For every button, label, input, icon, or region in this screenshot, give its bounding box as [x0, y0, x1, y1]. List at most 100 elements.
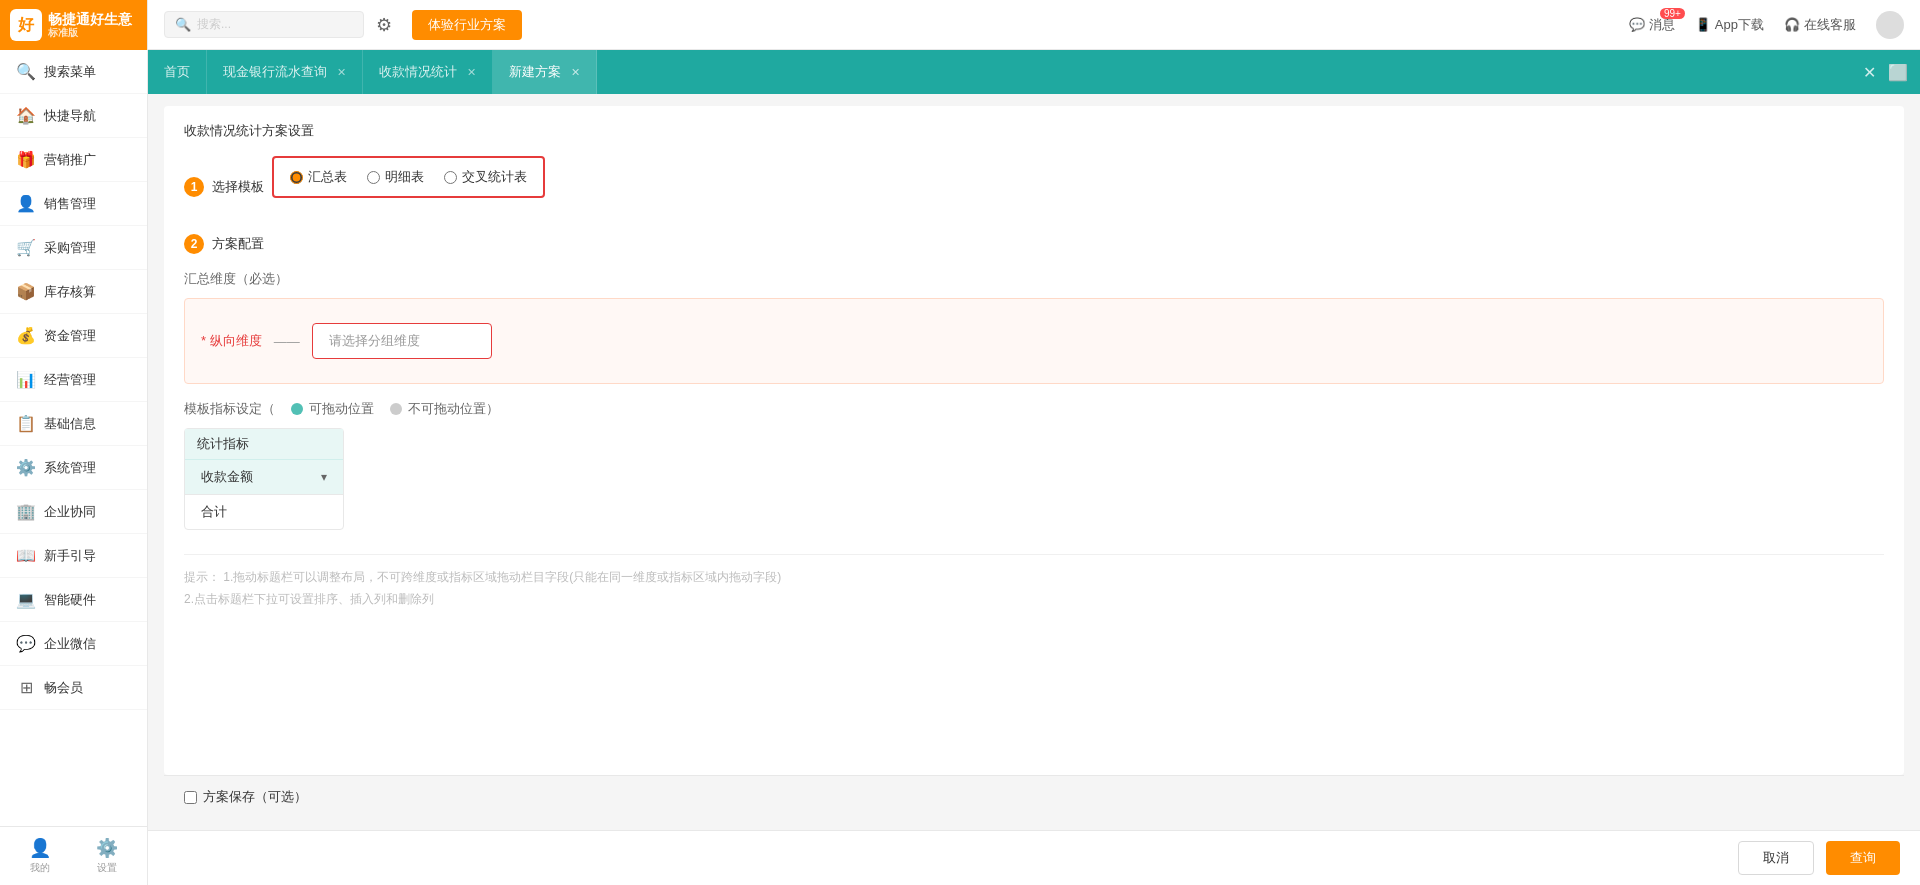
tab-bar: 首页现金银行流水查询✕收款情况统计✕新建方案✕ ✕ ⬜: [148, 50, 1920, 94]
operations-icon: 📊: [16, 370, 36, 389]
step2-section: 2 方案配置 汇总维度（必选） 纵向维度 —— 请选择分组维度: [184, 234, 1884, 622]
tab-bar-right: ✕ ⬜: [1863, 63, 1920, 82]
tab-close-new-plan[interactable]: ✕: [571, 66, 580, 79]
sidebar-label-purchase: 采购管理: [44, 239, 96, 257]
sidebar-settings-btn[interactable]: ⚙️ 设置: [78, 837, 138, 875]
quick-nav-icon: 🏠: [16, 106, 36, 125]
sidebar-label-inventory: 库存核算: [44, 283, 96, 301]
settings-icon: ⚙️: [96, 837, 118, 859]
drag-dot-icon: [291, 403, 303, 415]
cancel-button[interactable]: 取消: [1738, 841, 1814, 875]
sidebar-item-basic-info[interactable]: 📋 基础信息: [0, 402, 147, 446]
sidebar-item-inventory[interactable]: 📦 库存核算: [0, 270, 147, 314]
metrics-table-title: 统计指标: [185, 429, 343, 460]
sidebar-item-marketing[interactable]: 🎁 营销推广: [0, 138, 147, 182]
support-btn[interactable]: 🎧 在线客服: [1784, 16, 1856, 34]
system-icon: ⚙️: [16, 458, 36, 477]
tab-close-receivable-stats[interactable]: ✕: [467, 66, 476, 79]
message-btn[interactable]: 💬 消息 99+: [1629, 16, 1675, 34]
tab-label-home: 首页: [164, 63, 190, 81]
sidebar-item-enterprise[interactable]: 🏢 企业协同: [0, 490, 147, 534]
help-icon: 👤: [29, 837, 51, 859]
radio-group: 汇总表 明细表 交叉统计表: [290, 168, 527, 186]
dimension-select[interactable]: 请选择分组维度: [312, 323, 492, 359]
sidebar-item-member[interactable]: ⊞ 畅会员: [0, 666, 147, 710]
tips-section: 提示： 1.拖动标题栏可以调整布局，不可跨维度或指标区域拖动栏目字段(只能在同一…: [184, 554, 1884, 622]
chevron-down-icon[interactable]: ▾: [321, 470, 327, 484]
tab-label-receivable-stats: 收款情况统计: [379, 63, 457, 81]
sidebar-bottom: 👤 我的 ⚙️ 设置: [0, 826, 147, 885]
summary-dimension-label: 汇总维度（必选）: [184, 270, 1884, 288]
top-header: 🔍 搜索... ⚙ 体验行业方案 💬 消息 99+ 📱 App下载 🎧 在线客服: [148, 0, 1920, 50]
sidebar-help-btn[interactable]: 👤 我的: [10, 837, 70, 875]
sidebar-item-system[interactable]: ⚙️ 系统管理: [0, 446, 147, 490]
sidebar-label-enterprise: 企业协同: [44, 503, 96, 521]
sidebar-item-quick-nav[interactable]: 🏠 快捷导航: [0, 94, 147, 138]
wechat-icon: 💬: [16, 634, 36, 653]
search-bar[interactable]: 🔍 搜索...: [164, 11, 364, 38]
tab-close-bank-flow[interactable]: ✕: [337, 66, 346, 79]
template-selector: 汇总表 明细表 交叉统计表: [272, 156, 545, 198]
sidebar-label-finance: 资金管理: [44, 327, 96, 345]
main-area: 🔍 搜索... ⚙ 体验行业方案 💬 消息 99+ 📱 App下载 🎧 在线客服…: [148, 0, 1920, 885]
radio-summary[interactable]: 汇总表: [290, 168, 347, 186]
step2-title: 方案配置: [212, 235, 264, 253]
step1-title: 选择模板: [212, 178, 264, 196]
content-card: 收款情况统计方案设置 1 选择模板 汇总表 明细表: [164, 106, 1904, 775]
metrics-header: 模板指标设定（ 可拖动位置 不可拖动位置）: [184, 400, 1884, 418]
sidebar-item-guide[interactable]: 📖 新手引导: [0, 534, 147, 578]
message-icon: 💬: [1629, 17, 1645, 32]
step2-header: 2 方案配置: [184, 234, 1884, 254]
metrics-table: 统计指标 收款金额 ▾ 合计: [184, 428, 344, 530]
sidebar-item-sales[interactable]: 👤 销售管理: [0, 182, 147, 226]
radio-detail[interactable]: 明细表: [367, 168, 424, 186]
sidebar-logo: 好 畅捷通好生意 标准版: [0, 0, 147, 50]
tab-new-plan[interactable]: 新建方案✕: [493, 50, 597, 94]
logo-icon: 好: [10, 9, 42, 41]
sidebar-item-search-menu[interactable]: 🔍 搜索菜单: [0, 50, 147, 94]
sidebar-label-marketing: 营销推广: [44, 151, 96, 169]
marketing-icon: 🎁: [16, 150, 36, 169]
step1-header: 1 选择模板 汇总表 明细表 交叉统计表: [184, 156, 1884, 218]
search-menu-icon: 🔍: [16, 62, 36, 81]
sidebar-label-member: 畅会员: [44, 679, 83, 697]
arrow-icon: ——: [274, 334, 300, 349]
basic-info-icon: 📋: [16, 414, 36, 433]
sidebar: 好 畅捷通好生意 标准版 🔍 搜索菜单 🏠 快捷导航 🎁 营销推广 👤 销售管理…: [0, 0, 148, 885]
footer-bar: 取消 查询: [148, 830, 1920, 885]
smart-hw-icon: 💻: [16, 590, 36, 609]
sidebar-item-finance[interactable]: 💰 资金管理: [0, 314, 147, 358]
sidebar-item-purchase[interactable]: 🛒 采购管理: [0, 226, 147, 270]
save-checkbox-label[interactable]: 方案保存（可选）: [184, 788, 307, 806]
tab-label-bank-flow: 现金银行流水查询: [223, 63, 327, 81]
vertical-label: 纵向维度: [201, 332, 262, 350]
trial-button[interactable]: 体验行业方案: [412, 10, 522, 40]
radio-crosstab[interactable]: 交叉统计表: [444, 168, 527, 186]
gear-icon[interactable]: ⚙: [376, 14, 392, 36]
save-section: 方案保存（可选）: [164, 775, 1904, 818]
dimension-area: 纵向维度 —— 请选择分组维度: [184, 298, 1884, 384]
tab-bank-flow[interactable]: 现金银行流水查询 ✕: [207, 50, 363, 94]
close-window-icon[interactable]: ✕: [1863, 63, 1876, 82]
tip-line-1: 提示： 1.拖动标题栏可以调整布局，不可跨维度或指标区域拖动栏目字段(只能在同一…: [184, 567, 1884, 589]
maximize-icon[interactable]: ⬜: [1888, 63, 1908, 82]
tab-home[interactable]: 首页: [148, 50, 207, 94]
logo-text: 畅捷通好生意 标准版: [48, 11, 132, 40]
query-button[interactable]: 查询: [1826, 841, 1900, 875]
step2-number: 2: [184, 234, 204, 254]
metrics-section: 模板指标设定（ 可拖动位置 不可拖动位置） 统计指标 收: [184, 400, 1884, 530]
finance-icon: 💰: [16, 326, 36, 345]
sidebar-item-smart-hw[interactable]: 💻 智能硬件: [0, 578, 147, 622]
avatar[interactable]: [1876, 11, 1904, 39]
sidebar-label-guide: 新手引导: [44, 547, 96, 565]
sidebar-item-operations[interactable]: 📊 经营管理: [0, 358, 147, 402]
download-btn[interactable]: 📱 App下载: [1695, 16, 1764, 34]
sidebar-item-wechat[interactable]: 💬 企业微信: [0, 622, 147, 666]
tab-receivable-stats[interactable]: 收款情况统计 ✕: [363, 50, 493, 94]
metrics-table-header[interactable]: 收款金额 ▾: [185, 460, 343, 495]
no-drag-dot-icon: [390, 403, 402, 415]
sidebar-label-system: 系统管理: [44, 459, 96, 477]
search-icon: 🔍: [175, 17, 191, 32]
tip-line-2: 2.点击标题栏下拉可设置排序、插入列和删除列: [184, 589, 1884, 611]
save-checkbox[interactable]: [184, 791, 197, 804]
